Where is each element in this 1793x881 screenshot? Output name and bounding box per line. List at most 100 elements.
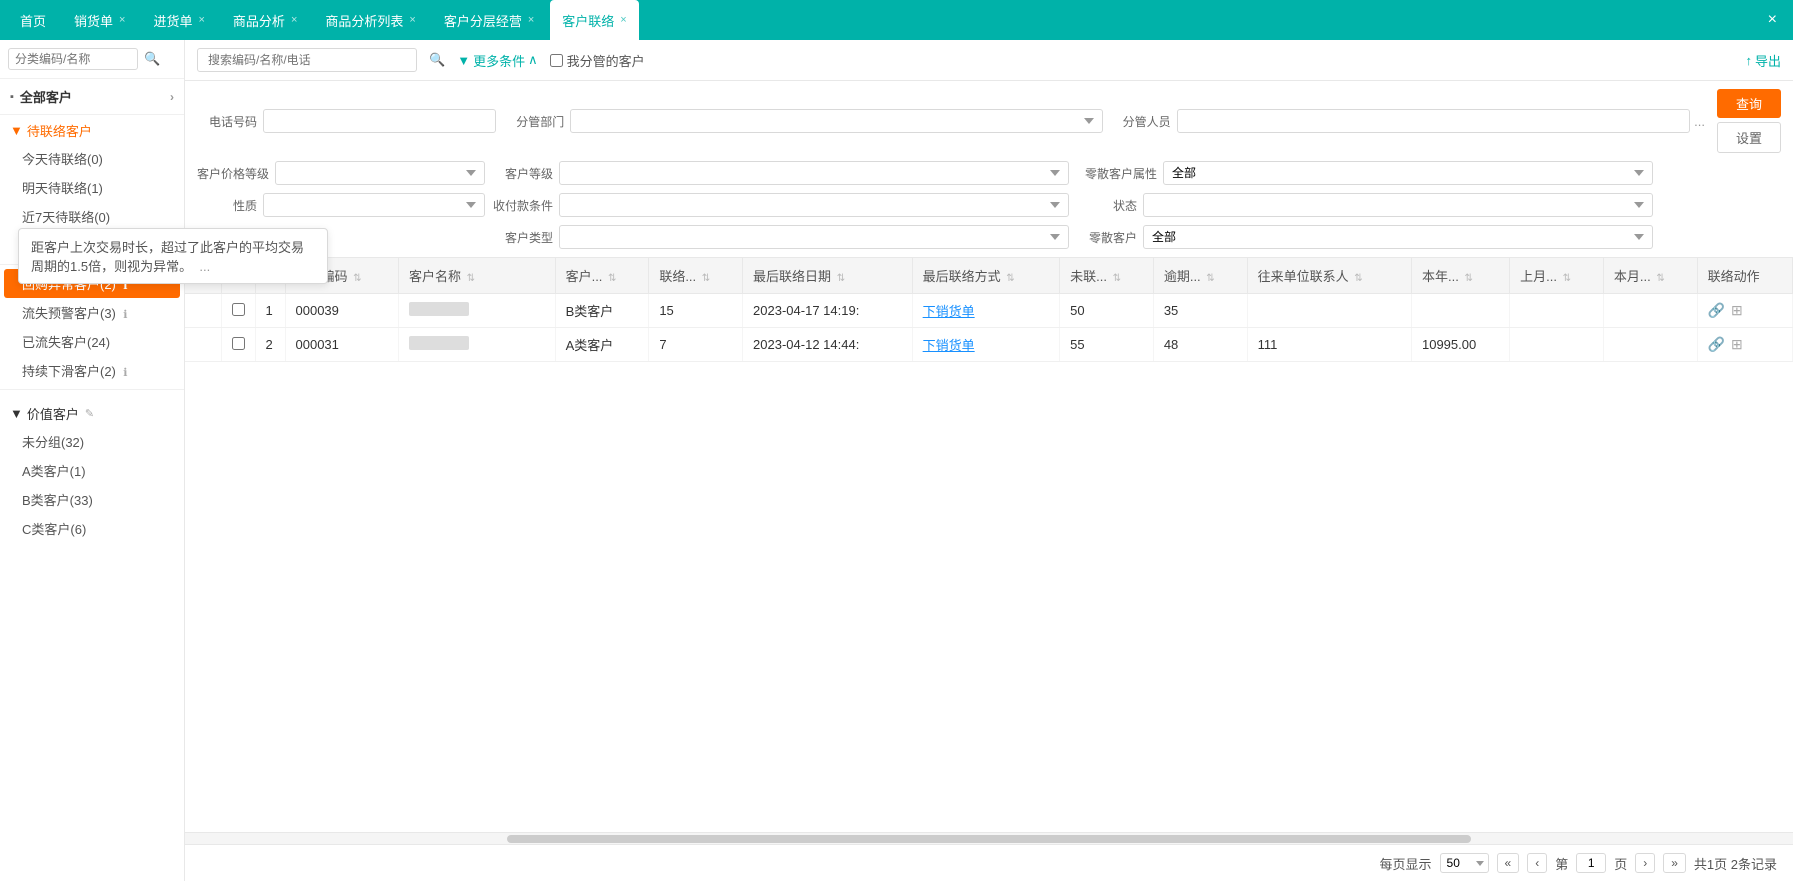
th-last-contact-date[interactable]: 最后联络日期 ⇅ bbox=[743, 258, 913, 294]
nav-analysis-close[interactable]: × bbox=[291, 14, 297, 26]
value-edit-icon[interactable]: ✎ bbox=[85, 407, 94, 420]
nav-customer-contact[interactable]: 客户联络 × bbox=[550, 0, 638, 40]
nav-analysis-list-close[interactable]: × bbox=[409, 14, 415, 26]
nav-purchase-label: 进货单 bbox=[153, 11, 192, 30]
query-button[interactable]: 查询 bbox=[1717, 89, 1781, 118]
my-customers-checkbox[interactable] bbox=[550, 54, 563, 67]
filter-phone-input[interactable] bbox=[263, 109, 496, 133]
action-grid-icon-2[interactable]: ⊞ bbox=[1731, 336, 1743, 353]
settings-button[interactable]: 设置 bbox=[1717, 122, 1781, 153]
sidebar-declining[interactable]: 持续下滑客户(2) ℹ bbox=[0, 356, 184, 385]
filter-search-icon[interactable]: 🔍 bbox=[429, 52, 445, 68]
th-contact-label: 联络... bbox=[659, 269, 696, 284]
nav-analysis-list[interactable]: 商品分析列表 × bbox=[313, 0, 427, 40]
th-overdue[interactable]: 逾期... ⇅ bbox=[1153, 258, 1247, 294]
sidebar-pending-section[interactable]: ▼ 待联络客户 bbox=[0, 115, 184, 144]
filter-row-3: 性质 收付款条件 状态 bbox=[197, 193, 1781, 217]
sidebar-c-class[interactable]: C类客户(6) bbox=[0, 514, 184, 543]
sidebar-all-customers[interactable]: ▪ 全部客户 › bbox=[0, 79, 184, 115]
last-page-button[interactable]: » bbox=[1663, 853, 1686, 873]
action-link-icon-1[interactable]: 🔗 bbox=[1708, 302, 1725, 319]
sidebar-value-section-header[interactable]: ▼ 价值客户 ✎ bbox=[0, 398, 184, 427]
window-close-button[interactable]: × bbox=[1760, 11, 1785, 29]
nav-sales-close[interactable]: × bbox=[119, 14, 125, 26]
page-number-input[interactable] bbox=[1576, 853, 1606, 873]
th-last-month[interactable]: 上月... ⇅ bbox=[1510, 258, 1604, 294]
export-button[interactable]: ↑ 导出 bbox=[1745, 51, 1781, 70]
table-row: 1 000039 B类客户 15 2023-04-17 14:19: 下销货单 … bbox=[185, 294, 1793, 328]
sidebar-tomorrow-pending[interactable]: 明天待联络(1) bbox=[0, 173, 184, 202]
export-label: 导出 bbox=[1755, 51, 1781, 70]
td-settings-2 bbox=[185, 328, 221, 362]
filter-person-input[interactable] bbox=[1177, 109, 1691, 133]
nav-purchase[interactable]: 进货单 × bbox=[141, 0, 216, 40]
row-checkbox-1[interactable] bbox=[232, 303, 245, 316]
sidebar-b-class[interactable]: B类客户(33) bbox=[0, 485, 184, 514]
filter-more-button[interactable]: ▼ 更多条件 ∧ bbox=[457, 51, 537, 70]
next-page-button[interactable]: › bbox=[1635, 853, 1655, 873]
td-method-1[interactable]: 下销货单 bbox=[912, 294, 1059, 328]
method-link-2[interactable]: 下销货单 bbox=[923, 338, 975, 353]
th-overdue-label: 逾期... bbox=[1164, 269, 1201, 284]
th-this-month[interactable]: 本月... ⇅ bbox=[1603, 258, 1697, 294]
horizontal-scrollbar[interactable] bbox=[185, 832, 1793, 844]
th-contact[interactable]: 联络... ⇅ bbox=[649, 258, 743, 294]
nav-sales[interactable]: 销货单 × bbox=[62, 0, 137, 40]
sidebar-lost-preview[interactable]: 流失预警客户(3) ℹ bbox=[0, 298, 184, 327]
scrollbar-thumb[interactable] bbox=[507, 835, 1472, 843]
nav-analysis[interactable]: 商品分析 × bbox=[221, 0, 309, 40]
first-page-button[interactable]: « bbox=[1497, 853, 1520, 873]
filter-gender-field: 性质 bbox=[197, 193, 485, 217]
filter-payment-select[interactable] bbox=[559, 193, 1069, 217]
th-last-contact-method[interactable]: 最后联络方式 ⇅ bbox=[912, 258, 1059, 294]
table-row: 2 000031 A类客户 7 2023-04-12 14:44: 下销货单 5… bbox=[185, 328, 1793, 362]
th-this-year[interactable]: 本年... ⇅ bbox=[1411, 258, 1509, 294]
td-method-2[interactable]: 下销货单 bbox=[912, 328, 1059, 362]
nav-customer-tier[interactable]: 客户分层经营 × bbox=[432, 0, 546, 40]
th-unit-contact-label: 往来单位联系人 bbox=[1258, 269, 1349, 284]
filter-customer-level-select[interactable] bbox=[559, 161, 1069, 185]
sidebar-search-icon[interactable]: 🔍 bbox=[144, 51, 160, 67]
action-link-icon-2[interactable]: 🔗 bbox=[1708, 336, 1725, 353]
td-overdue-1: 35 bbox=[1153, 294, 1247, 328]
th-customer-type[interactable]: 客户... ⇅ bbox=[555, 258, 649, 294]
content-area: 🔍 ▼ 更多条件 ∧ 我分管的客户 ↑ 导出 电话号码 bbox=[185, 40, 1793, 881]
th-unread[interactable]: 未联... ⇅ bbox=[1060, 258, 1154, 294]
method-link-1[interactable]: 下销货单 bbox=[923, 304, 975, 319]
sidebar-all-customers-label: 全部客户 bbox=[20, 87, 72, 106]
nav-customer-contact-close[interactable]: × bbox=[620, 14, 626, 26]
sidebar-lost[interactable]: 已流失客户(24) bbox=[0, 327, 184, 356]
filter-retail-customer-select[interactable]: 全部 bbox=[1143, 225, 1653, 249]
sidebar-week-pending[interactable]: 近7天待联络(0) bbox=[0, 202, 184, 231]
row-checkbox-2[interactable] bbox=[232, 337, 245, 350]
td-name-1 bbox=[399, 294, 556, 328]
prev-page-button[interactable]: ‹ bbox=[1527, 853, 1547, 873]
filter-dept-select[interactable] bbox=[570, 109, 1102, 133]
sidebar-today-pending[interactable]: 今天待联络(0) bbox=[0, 144, 184, 173]
per-page-select[interactable]: 50 20 100 200 bbox=[1440, 853, 1489, 873]
th-unit-contact[interactable]: 往来单位联系人 ⇅ bbox=[1247, 258, 1411, 294]
nav-customer-tier-close[interactable]: × bbox=[528, 14, 534, 26]
action-grid-icon-1[interactable]: ⊞ bbox=[1731, 302, 1743, 319]
filter-gender-select[interactable] bbox=[263, 193, 485, 217]
filter-status-select[interactable] bbox=[1143, 193, 1653, 217]
filter-customer-type-select[interactable] bbox=[559, 225, 1069, 249]
filter-row-2: 客户价格等级 客户等级 零散客户属性 全部 bbox=[197, 161, 1781, 185]
filter-person-ellipsis[interactable]: ... bbox=[1690, 114, 1709, 129]
sidebar-search-input[interactable] bbox=[8, 48, 138, 70]
nav-home-label: 首页 bbox=[20, 11, 46, 30]
th-last-month-label: 上月... bbox=[1520, 269, 1557, 284]
filter-retail-attr-select[interactable]: 全部 bbox=[1163, 161, 1653, 185]
filter-price-level-select[interactable] bbox=[275, 161, 485, 185]
filter-payment-field: 收付款条件 bbox=[493, 193, 1069, 217]
sidebar-expand-btn[interactable]: › bbox=[170, 90, 174, 104]
sidebar: 🔍 ▪ 全部客户 › ▼ 待联络客户 今天待联络(0) 明天待联络(1) 近7天… bbox=[0, 40, 185, 881]
th-customer-name[interactable]: 客户名称 ⇅ bbox=[399, 258, 556, 294]
nav-home[interactable]: 首页 bbox=[8, 0, 58, 40]
nav-purchase-close[interactable]: × bbox=[198, 14, 204, 26]
nav-customer-contact-label: 客户联络 bbox=[562, 11, 614, 30]
filter-payment-label: 收付款条件 bbox=[493, 197, 553, 214]
sidebar-unsorted[interactable]: 未分组(32) bbox=[0, 427, 184, 456]
sidebar-a-class[interactable]: A类客户(1) bbox=[0, 456, 184, 485]
filter-search-input[interactable] bbox=[197, 48, 417, 72]
